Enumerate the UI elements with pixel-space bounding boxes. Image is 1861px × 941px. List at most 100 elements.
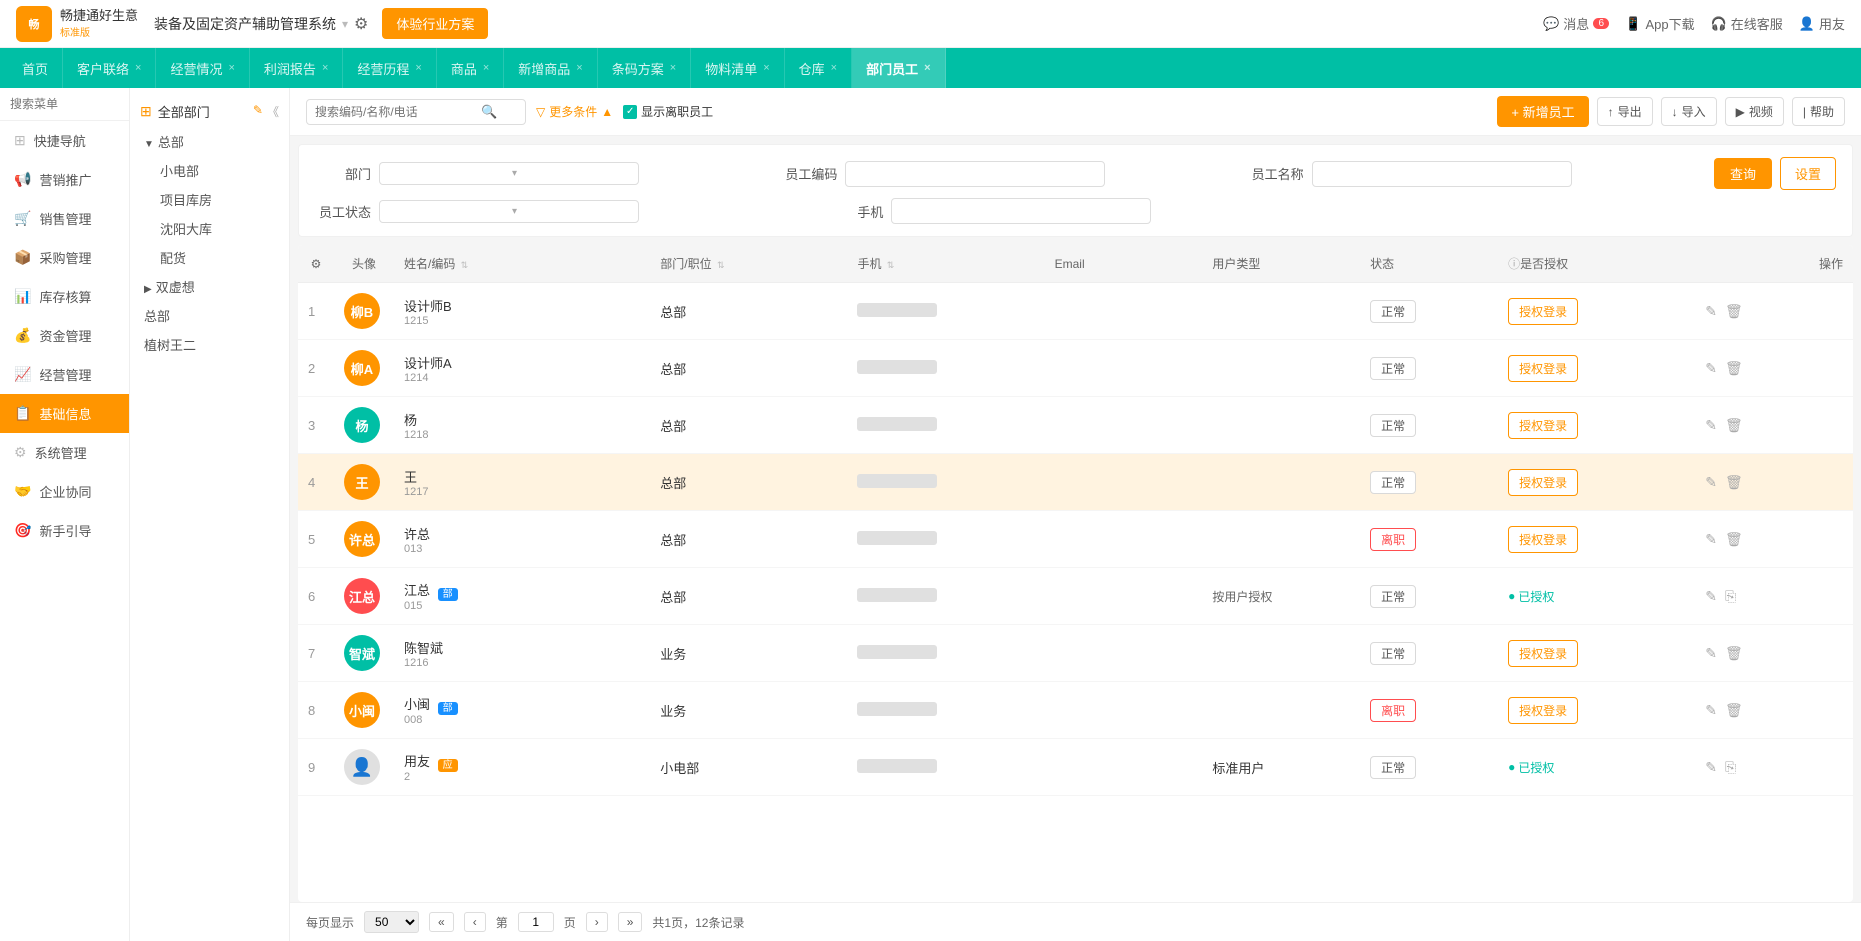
emp-name-input[interactable] [1312,161,1572,187]
dept-select[interactable]: ▾ [379,162,639,185]
delete-icon[interactable]: 🗑 [1725,474,1743,491]
tab-operation[interactable]: 经营情况 × [156,48,249,88]
sidebar-item-sales[interactable]: 🛒 销售管理 [0,199,129,238]
sidebar-item-bizmanage[interactable]: 📈 经营管理 [0,355,129,394]
app-download-btn[interactable]: 📱 App下载 [1625,14,1694,33]
delete-icon[interactable]: 🗑 [1725,702,1743,719]
tab-goods[interactable]: 商品 × [437,48,504,88]
tab-dept-emp[interactable]: 部门员工 × [852,48,945,88]
delete-icon[interactable]: 🗑 [1725,417,1743,434]
settings-col-icon[interactable]: ⚙ [311,257,322,271]
auth-btn[interactable]: 授权登录 [1508,469,1578,496]
search-input[interactable] [315,105,475,119]
edit-icon[interactable]: ✎ [1705,360,1717,377]
auth-btn[interactable]: 授权登录 [1508,355,1578,382]
sidebar-search-input[interactable] [10,97,130,111]
dept-node-zhishu[interactable]: 植树王二 [136,330,283,359]
auth-btn[interactable]: 授权登录 [1508,697,1578,724]
first-page-btn[interactable]: « [429,912,454,932]
dept-tree-collapse-icon[interactable]: 《 [267,103,279,120]
edit-icon[interactable]: ✎ [1705,645,1717,662]
col-dept[interactable]: 部门/职位 ⇅ [650,245,847,283]
show-resigned-toggle[interactable]: ✓ 显示离职员工 [623,103,713,120]
close-icon[interactable]: × [483,62,489,74]
col-phone[interactable]: 手机 ⇅ [847,245,1044,283]
set-button[interactable]: 设置 [1780,157,1836,190]
dropdown-arrow-icon[interactable]: ▾ [342,17,348,31]
edit-icon[interactable]: ✎ [1705,417,1717,434]
close-icon[interactable]: × [924,62,930,74]
prev-page-btn[interactable]: ‹ [464,912,486,932]
query-button[interactable]: 查询 [1714,158,1772,189]
last-page-btn[interactable]: » [618,912,643,932]
copy-icon[interactable]: ⎘ [1725,588,1736,605]
page-number-input[interactable] [518,912,554,932]
tab-bom[interactable]: 物料清单 × [691,48,784,88]
tab-barcode[interactable]: 条码方案 × [598,48,691,88]
sidebar-item-collab[interactable]: 🤝 企业协同 [0,472,129,511]
per-page-select[interactable]: 50 10 20 100 [364,911,419,933]
auth-btn[interactable]: 授权登录 [1508,412,1578,439]
edit-icon[interactable]: ✎ [1705,702,1717,719]
trial-button[interactable]: 体验行业方案 [382,8,488,39]
emp-code-input[interactable] [845,161,1105,187]
add-employee-button[interactable]: + 新增员工 [1497,96,1588,127]
auth-btn[interactable]: 授权登录 [1508,298,1578,325]
tab-history[interactable]: 经营历程 × [343,48,436,88]
sidebar-item-marketing[interactable]: 📢 营销推广 [0,160,129,199]
help-button[interactable]: | 帮助 [1792,97,1845,126]
delete-icon[interactable]: 🗑 [1725,360,1743,377]
user-avatar[interactable]: 👤 用友 [1799,14,1845,33]
view-button[interactable]: ▶ 视频 [1725,97,1784,126]
edit-icon[interactable]: ✎ [1705,588,1717,605]
dept-node-zongbu2[interactable]: 总部 [136,301,283,330]
sidebar-item-quick-nav[interactable]: ⊞ 快捷导航 [0,121,129,160]
edit-icon[interactable]: ✎ [1705,531,1717,548]
close-icon[interactable]: × [831,62,837,74]
edit-icon[interactable]: ✎ [1705,303,1717,320]
close-icon[interactable]: × [135,62,141,74]
tab-warehouse[interactable]: 仓库 × [785,48,852,88]
sidebar-item-basic-info[interactable]: 📋 基础信息 [0,394,129,433]
tab-customer[interactable]: 客户联络 × [63,48,156,88]
close-icon[interactable]: × [670,62,676,74]
dept-node-shenyang[interactable]: 沈阳大库 [152,214,283,243]
emp-status-select[interactable]: ▾ [379,200,639,223]
sidebar-item-guide[interactable]: 🎯 新手引导 [0,511,129,550]
sidebar-item-finance[interactable]: 💰 资金管理 [0,316,129,355]
online-service-btn[interactable]: 🎧 在线客服 [1711,14,1783,33]
sidebar-item-system[interactable]: ⚙ 系统管理 [0,433,129,472]
more-filter-btn[interactable]: ▽ 更多条件 ▲ [536,103,613,120]
dept-node-shuangxuxiang[interactable]: ▶双虚想 [136,272,283,301]
close-icon[interactable]: × [322,62,328,74]
sidebar-item-inventory[interactable]: 📊 库存核算 [0,277,129,316]
edit-icon[interactable]: ✎ [1705,759,1717,776]
dept-node-peihuo[interactable]: 配货 [152,243,283,272]
copy-icon[interactable]: ⎘ [1725,759,1736,776]
auth-btn[interactable]: 授权登录 [1508,526,1578,553]
next-page-btn[interactable]: › [586,912,608,932]
dept-node-xiaodianbu[interactable]: 小电部 [152,156,283,185]
auth-btn[interactable]: 授权登录 [1508,640,1578,667]
export-button[interactable]: ↑ 导出 [1597,97,1653,126]
settings-icon[interactable]: ⚙ [354,14,368,34]
dept-tree-edit-icon[interactable]: ✎ [253,103,263,120]
search-icon[interactable]: 🔍 [481,104,497,120]
delete-icon[interactable]: 🗑 [1725,531,1743,548]
import-button[interactable]: ↓ 导入 [1661,97,1717,126]
close-icon[interactable]: × [763,62,769,74]
tab-home[interactable]: 首页 [8,48,63,88]
close-icon[interactable]: × [228,62,234,74]
col-name[interactable]: 姓名/编码 ⇅ [394,245,650,283]
phone-input[interactable] [891,198,1151,224]
tab-add-goods[interactable]: 新增商品 × [504,48,597,88]
close-icon[interactable]: × [415,62,421,74]
delete-icon[interactable]: 🗑 [1725,645,1743,662]
dept-node-project[interactable]: 项目库房 [152,185,283,214]
tab-profit[interactable]: 利润报告 × [250,48,343,88]
dept-node-zongbu[interactable]: ▼总部 [136,127,283,156]
delete-icon[interactable]: 🗑 [1725,303,1743,320]
close-icon[interactable]: × [576,62,582,74]
edit-icon[interactable]: ✎ [1705,474,1717,491]
sidebar-item-purchase[interactable]: 📦 采购管理 [0,238,129,277]
